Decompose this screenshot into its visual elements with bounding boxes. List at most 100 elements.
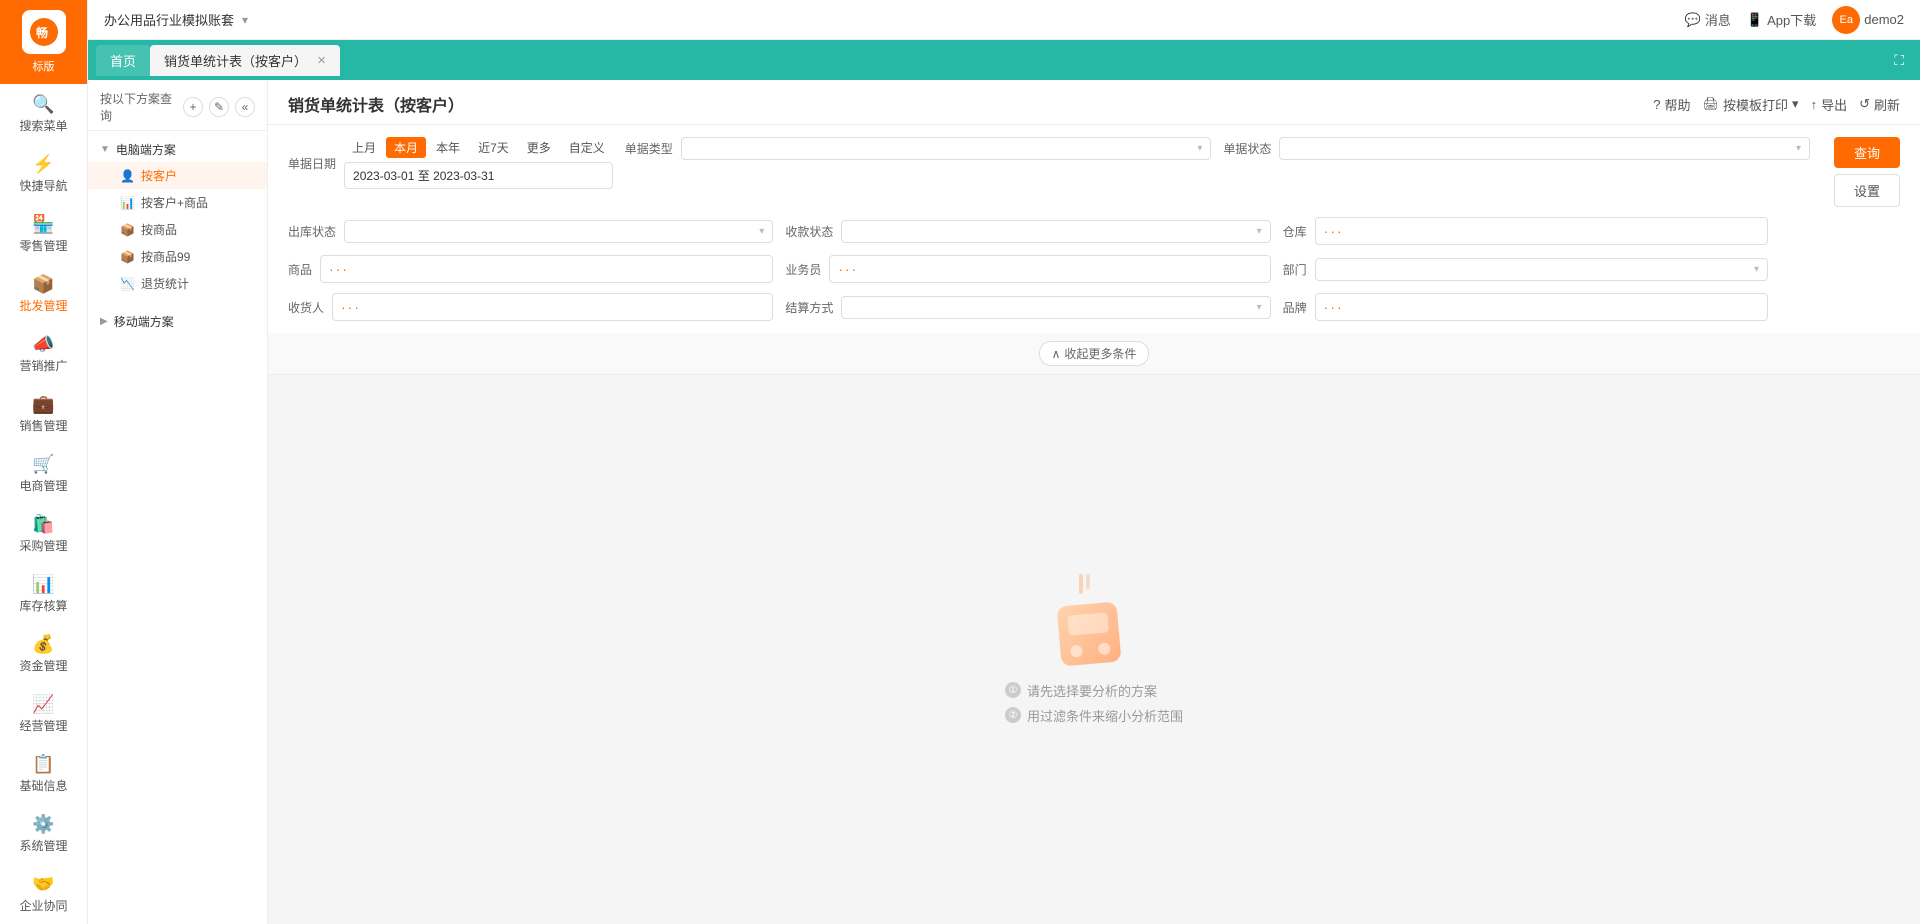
home-tab-label: 首页 [110,51,136,70]
print-dropdown-icon: ▾ [1792,96,1799,112]
page-title: 销货单统计表（按客户） [288,92,464,116]
messages-btn[interactable]: 💬 消息 [1685,10,1731,29]
sidebar-item-label: 零售管理 [19,237,67,254]
warehouse-label: 仓库 [1283,223,1307,240]
sidebar-item-label: 基础信息 [19,777,67,794]
collapse-btn[interactable]: ∧ 收起更多条件 [1039,341,1150,366]
salesperson-label: 业务员 [785,261,821,278]
scheme-panel-actions: + ✎ « [183,97,255,117]
scheme-panel: 按以下方案查询 + ✎ « ▼ 电脑端方案 👤 按客户 📊 按 [88,80,268,924]
scheme-item-by-goods-99[interactable]: 📦 按商品99 [88,243,267,270]
receipt-status-select[interactable]: ▾ [841,220,1270,243]
tab-maximize-btn[interactable]: ⛶ [1886,52,1912,69]
avatar: Ea [1832,6,1860,34]
dept-select[interactable]: ▾ [1315,258,1768,281]
system-icon: ⚙️ [32,814,54,835]
sidebar-nav: 🔍 搜索菜单 ⚡ 快捷导航 🏪 零售管理 📦 批发管理 📣 营销推广 💼 销售管… [0,84,87,924]
collapse-btn-label: 收起更多条件 [1064,345,1136,362]
message-icon: 💬 [1685,12,1701,28]
date-tab-this-month[interactable]: 本月 [386,137,426,158]
sidebar: 畅 标版 🔍 搜索菜单 ⚡ 快捷导航 🏪 零售管理 📦 批发管理 📣 营销推广 … [0,0,88,924]
sidebar-item-system[interactable]: ⚙️ 系统管理 [0,804,87,864]
date-tab-last-month[interactable]: 上月 [344,137,384,158]
tab-close-icon[interactable]: ✕ [317,54,326,67]
export-btn[interactable]: ↑ 导出 [1811,95,1848,114]
sidebar-item-wholesale[interactable]: 📦 批发管理 [0,264,87,324]
header-dropdown-icon[interactable]: ▾ [242,13,248,27]
date-range-input[interactable]: 2023-03-01 至 2023-03-31 [344,162,613,189]
scheme-item-return-stats[interactable]: 📉 退货统计 [88,270,267,297]
svg-text:畅: 畅 [36,25,48,40]
quick-nav-icon: ⚡ [32,154,54,175]
by-goods-icon: 📦 [120,223,135,237]
collapse-row: ∧ 收起更多条件 [268,333,1920,375]
date-tab-7days[interactable]: 近7天 [470,137,517,158]
tab-sales-stat[interactable]: 销货单统计表（按客户） ✕ [150,45,340,76]
query-btn-group: 查询 设置 [1834,137,1900,207]
top-header: 办公用品行业模拟账套 ▾ 💬 消息 📱 App下载 Ea demo2 [88,0,1920,40]
scheme-panel-header: 按以下方案查询 + ✎ « [88,80,267,131]
sidebar-item-search-menu[interactable]: 🔍 搜索菜单 [0,84,87,144]
help-btn[interactable]: ? 帮助 [1653,95,1690,114]
filter-section: 单据日期 上月 本月 本年 近7天 更多 自定义 2023- [268,125,1920,333]
tab-home[interactable]: 首页 [96,45,150,76]
ecommerce-icon: 🛒 [32,454,54,475]
doc-type-select[interactable]: ▾ [681,137,1212,160]
sidebar-item-basic[interactable]: 📋 基础信息 [0,744,87,804]
doc-status-select[interactable]: ▾ [1279,137,1810,160]
sidebar-item-inventory[interactable]: 📊 库存核算 [0,564,87,624]
warehouse-select[interactable]: ··· [1315,217,1768,245]
scheme-edit-btn[interactable]: ✎ [209,97,229,117]
date-tab-custom[interactable]: 自定义 [561,137,613,158]
sidebar-item-label: 系统管理 [19,837,67,854]
refresh-label: 刷新 [1874,95,1900,114]
scheme-group-mobile-label: 移动端方案 [114,313,174,330]
date-tab-this-year[interactable]: 本年 [428,137,468,158]
sidebar-item-ecommerce[interactable]: 🛒 电商管理 [0,444,87,504]
scheme-group-desktop-header[interactable]: ▼ 电脑端方案 [88,137,267,162]
brand-select[interactable]: ··· [1315,293,1768,321]
logo-text: 标版 [33,58,55,74]
scheme-item-by-customer[interactable]: 👤 按客户 [88,162,267,189]
refresh-btn[interactable]: ↺ 刷新 [1859,95,1900,114]
sidebar-item-retail[interactable]: 🏪 零售管理 [0,204,87,264]
sidebar-item-quick-nav[interactable]: ⚡ 快捷导航 [0,144,87,204]
tip-num-1: ① [1005,682,1021,698]
app-download-label: App下载 [1767,10,1816,29]
settlement-select[interactable]: ▾ [841,296,1270,319]
query-btn[interactable]: 查询 [1834,137,1900,168]
stock-status-select[interactable]: ▾ [344,220,773,243]
empty-tip-1: ① 请先选择要分析的方案 [1005,681,1183,700]
sidebar-item-finance[interactable]: 💰 资金管理 [0,624,87,684]
sidebar-item-purchase[interactable]: 🛍️ 采购管理 [0,504,87,564]
sidebar-item-sales[interactable]: 💼 销售管理 [0,384,87,444]
scheme-item-label: 按商品99 [141,248,190,265]
tip-2-label: 用过滤条件来缩小分析范围 [1027,706,1183,725]
settings-btn[interactable]: 设置 [1834,174,1900,207]
dept-label: 部门 [1283,261,1307,278]
scheme-item-by-goods[interactable]: 📦 按商品 [88,216,267,243]
template-print-btn[interactable]: 🖨 按模板打印 ▾ [1703,95,1799,114]
scheme-group-mobile-header[interactable]: ▶ 移动端方案 [88,309,267,334]
date-tab-more[interactable]: 更多 [519,137,559,158]
app-download-btn[interactable]: 📱 App下载 [1747,10,1816,29]
scheme-item-by-customer-goods[interactable]: 📊 按客户+商品 [88,189,267,216]
header-right: 💬 消息 📱 App下载 Ea demo2 [1685,6,1904,34]
header-left: 办公用品行业模拟账套 ▾ [104,10,248,29]
scheme-collapse-btn[interactable]: « [235,97,255,117]
scheme-add-btn[interactable]: + [183,97,203,117]
scheme-panel-title: 按以下方案查询 [100,90,183,124]
sidebar-item-enterprise[interactable]: 🤝 企业协同 [0,864,87,924]
consignee-select[interactable]: ··· [332,293,773,321]
group-arrow-icon: ▶ [100,316,108,327]
goods-select[interactable]: ··· [320,255,773,283]
salesperson-dots: ··· [838,261,858,277]
scheme-group-mobile: ▶ 移动端方案 [88,303,267,340]
brand-label: 品牌 [1283,299,1307,316]
page-header: 销货单统计表（按客户） ? 帮助 🖨 按模板打印 ▾ ↑ 导出 [268,80,1920,125]
user-menu[interactable]: Ea demo2 [1832,6,1904,34]
sidebar-item-marketing[interactable]: 📣 营销推广 [0,324,87,384]
sidebar-item-biz[interactable]: 📈 经营管理 [0,684,87,744]
sidebar-item-label: 营销推广 [19,357,67,374]
salesperson-select[interactable]: ··· [829,255,1270,283]
